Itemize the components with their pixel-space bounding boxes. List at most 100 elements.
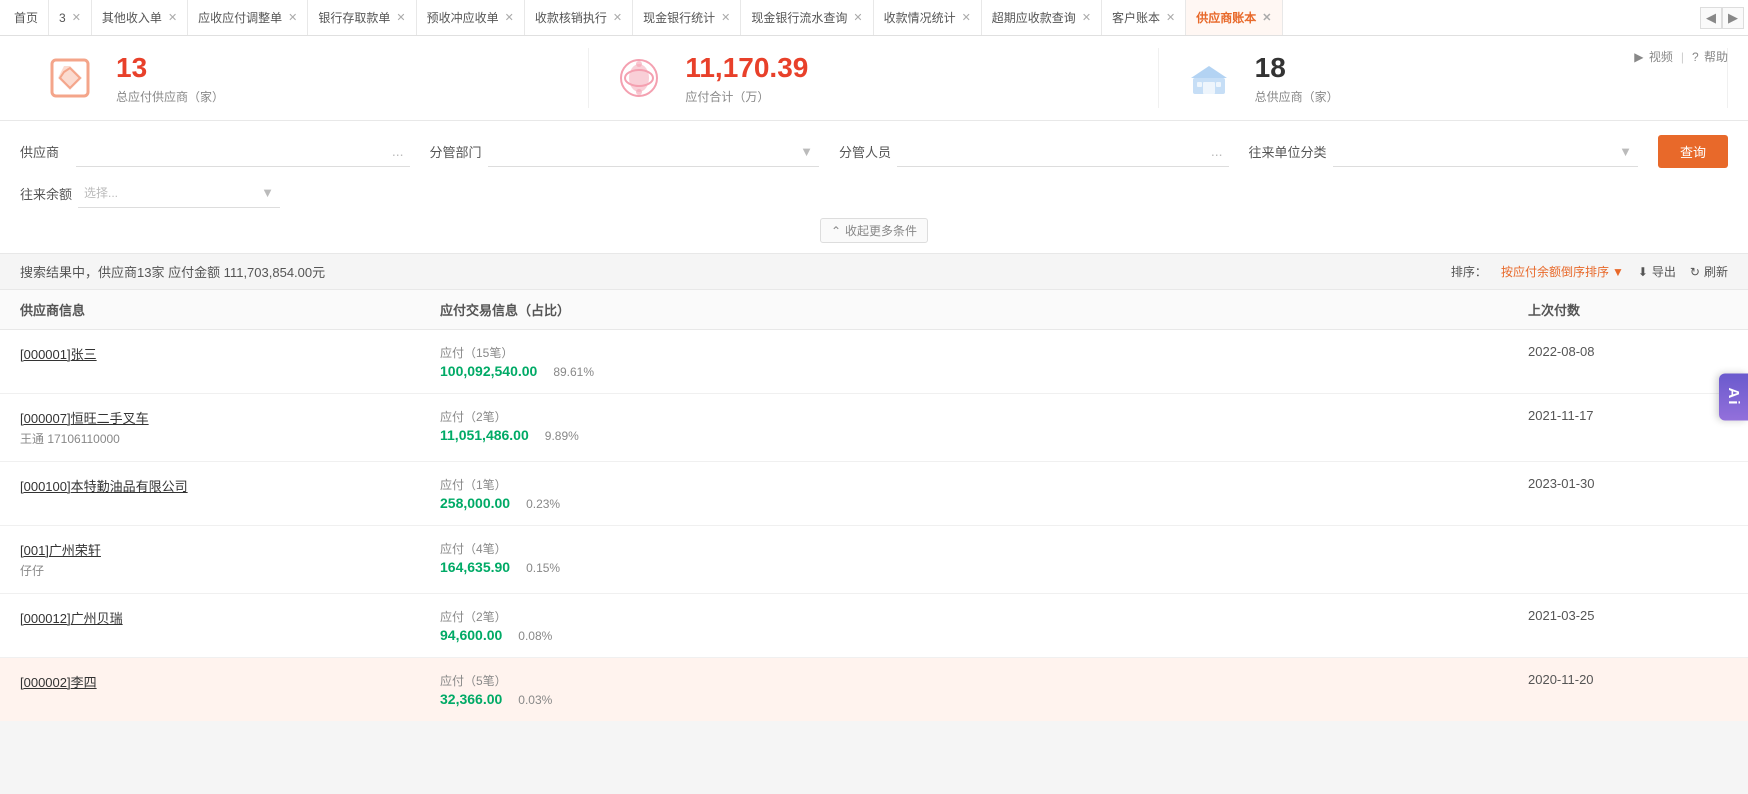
close-tab-supplier-account[interactable]: ✕: [1262, 11, 1271, 24]
supplier-cell-5: [000012]广州贝瑞: [20, 608, 440, 627]
nav-tab-home[interactable]: 首页: [4, 0, 49, 36]
nav-tab-collection-exec[interactable]: 收款核销执行 ✕: [525, 0, 633, 36]
filter-person: 分管人员 ...: [839, 137, 1229, 167]
collapse-bar: ⌃ 收起更多条件: [20, 218, 1728, 243]
lastpay-cell-5: 2021-03-25: [1528, 608, 1728, 623]
department-label: 分管部门: [430, 142, 482, 161]
nav-tab-customer-account[interactable]: 客户账本 ✕: [1102, 0, 1186, 36]
stat-total-payable-amount: 11,170.39 应付合计（万）: [589, 48, 1158, 108]
department-input[interactable]: [494, 136, 801, 166]
filter-area: 供应商 ... 分管部门 ▼ 分管人员 ... 往来单位分类: [0, 121, 1748, 254]
nav-tab-other-income[interactable]: 其他收入单 ✕: [92, 0, 188, 36]
col-header-transaction: 应付交易信息（占比）: [440, 300, 1528, 319]
department-dropdown-icon[interactable]: ▼: [800, 144, 813, 159]
category-label: 往来单位分类: [1249, 142, 1327, 161]
supplier-link-4[interactable]: [001]广州荣轩: [20, 543, 101, 558]
close-tab-collection-stats[interactable]: ✕: [962, 11, 971, 24]
supplier-cell-6: [000002]李四: [20, 672, 440, 691]
close-tab-bank-deposit[interactable]: ✕: [396, 11, 405, 24]
table-row: [000007]恒旺二手叉车 王通 17106110000 应付（2笔） 11,…: [0, 394, 1748, 462]
help-link[interactable]: ? 帮助: [1692, 48, 1728, 65]
result-info: 搜索结果中，供应商13家 应付金额 111,703,854.00元: [20, 262, 325, 281]
ai-assistant-button[interactable]: Ai: [1719, 374, 1748, 421]
sort-select[interactable]: 按应付余额倒序排序 ▼: [1501, 263, 1624, 280]
txn-label-4: 应付（4笔）: [440, 540, 1528, 557]
supplier-cell-4: [001]广州荣轩 仔仔: [20, 540, 440, 579]
transaction-cell-3: 应付（1笔） 258,000.00 0.23%: [440, 476, 1528, 511]
table-row: [000100]本特勤油品有限公司 应付（1笔） 258,000.00 0.23…: [0, 462, 1748, 526]
close-tab-customer-account[interactable]: ✕: [1166, 11, 1175, 24]
txn-label-2: 应付（2笔）: [440, 408, 1528, 425]
transaction-cell-5: 应付（2笔） 94,600.00 0.08%: [440, 608, 1528, 643]
lastpay-cell-2: 2021-11-17: [1528, 408, 1728, 423]
filter-category: 往来单位分类 ▼: [1249, 137, 1639, 167]
nav-tab-cash-bank-flow[interactable]: 现金银行流水查询 ✕: [741, 0, 873, 36]
balance-label: 往来余额: [20, 184, 72, 203]
query-button[interactable]: 查询: [1658, 135, 1728, 168]
refresh-icon: ↻: [1690, 265, 1700, 279]
nav-tab-prepaid[interactable]: 预收冲应收单 ✕: [417, 0, 525, 36]
nav-prev-arrow[interactable]: ◀: [1700, 7, 1722, 29]
transaction-cell-2: 应付（2笔） 11,051,486.00 9.89%: [440, 408, 1528, 443]
supplier-input[interactable]: [82, 136, 392, 166]
supplier-input-wrapper: ...: [76, 137, 410, 167]
txn-percent-4: 0.15%: [526, 561, 560, 575]
top-navigation: 首页 3 ✕ 其他收入单 ✕ 应收应付调整单 ✕ 银行存取款单 ✕ 预收冲应收单…: [0, 0, 1748, 36]
nav-tab-bank-deposit[interactable]: 银行存取款单 ✕: [308, 0, 416, 36]
col-header-supplier: 供应商信息: [20, 300, 440, 319]
filter-row-1: 供应商 ... 分管部门 ▼ 分管人员 ... 往来单位分类: [20, 135, 1728, 168]
close-tab-3[interactable]: ✕: [72, 11, 81, 24]
lastpay-date-6: 2020-11-20: [1528, 672, 1594, 687]
transaction-cell-4: 应付（4笔） 164,635.90 0.15%: [440, 540, 1528, 575]
filter-balance: 往来余额 选择... ▼: [20, 178, 280, 208]
supplier-link-2[interactable]: [000007]恒旺二手叉车: [20, 411, 149, 426]
close-tab-other-income[interactable]: ✕: [168, 11, 177, 24]
nav-tab-cash-bank-stats[interactable]: 现金银行统计 ✕: [633, 0, 741, 36]
txn-amount-4: 164,635.90: [440, 559, 510, 575]
table-row: [001]广州荣轩 仔仔 应付（4笔） 164,635.90 0.15%: [0, 526, 1748, 594]
category-input[interactable]: [1339, 136, 1620, 166]
nav-tab-ar-adjustment[interactable]: 应收应付调整单 ✕: [188, 0, 308, 36]
collapse-button[interactable]: ⌃ 收起更多条件: [820, 218, 928, 243]
person-dots-icon[interactable]: ...: [1211, 143, 1223, 159]
header-stats: 13 总应付供应商（家） 11,170.39 应付合计（万）: [0, 36, 1748, 121]
nav-tab-collection-stats[interactable]: 收款情况统计 ✕: [874, 0, 982, 36]
lastpay-date-1: 2022-08-08: [1528, 344, 1595, 359]
stat-total-label: 总供应商（家）: [1255, 88, 1339, 105]
txn-amount-5: 94,600.00: [440, 627, 502, 643]
close-tab-overdue-query[interactable]: ✕: [1082, 11, 1091, 24]
grain-icon: [609, 48, 669, 108]
export-button[interactable]: ⬇ 导出: [1638, 263, 1676, 280]
close-tab-ar-adjustment[interactable]: ✕: [288, 11, 297, 24]
txn-label-6: 应付（5笔）: [440, 672, 1528, 689]
supplier-link-3[interactable]: [000100]本特勤油品有限公司: [20, 479, 188, 494]
txn-amount-6: 32,366.00: [440, 691, 502, 707]
close-tab-collection-exec[interactable]: ✕: [613, 11, 622, 24]
stat-total-payable-suppliers: 13 总应付供应商（家）: [20, 48, 589, 108]
txn-amount-3: 258,000.00: [440, 495, 510, 511]
category-dropdown-icon[interactable]: ▼: [1619, 144, 1632, 159]
supplier-link-5[interactable]: [000012]广州贝瑞: [20, 611, 123, 626]
supplier-sub-4: 仔仔: [20, 562, 440, 579]
supplier-link-1[interactable]: [000001]张三: [20, 347, 97, 362]
balance-dropdown-icon[interactable]: ▼: [261, 185, 274, 200]
balance-placeholder: 选择...: [84, 184, 118, 201]
close-tab-cash-bank-flow[interactable]: ✕: [853, 11, 862, 24]
stat-payable-number: 13: [116, 51, 224, 85]
nav-tab-overdue-query[interactable]: 超期应收款查询 ✕: [982, 0, 1102, 36]
video-link[interactable]: ▶ 视频: [1634, 48, 1673, 65]
lastpay-cell-3: 2023-01-30: [1528, 476, 1728, 491]
close-tab-prepaid[interactable]: ✕: [505, 11, 514, 24]
nav-tab-supplier-account[interactable]: 供应商账本 ✕: [1186, 0, 1282, 36]
supplier-dots-icon[interactable]: ...: [392, 143, 404, 159]
refresh-button[interactable]: ↻ 刷新: [1690, 263, 1728, 280]
nav-tab-3[interactable]: 3 ✕: [49, 0, 92, 36]
supplier-link-6[interactable]: [000002]李四: [20, 675, 97, 690]
filter-row-2: 往来余额 选择... ▼: [20, 178, 1728, 208]
store-icon: [1179, 48, 1239, 108]
person-input[interactable]: [903, 136, 1211, 166]
sort-label: 排序：: [1451, 263, 1487, 280]
txn-amount-2: 11,051,486.00: [440, 427, 529, 443]
close-tab-cash-bank-stats[interactable]: ✕: [721, 11, 730, 24]
nav-next-arrow[interactable]: ▶: [1722, 7, 1744, 29]
